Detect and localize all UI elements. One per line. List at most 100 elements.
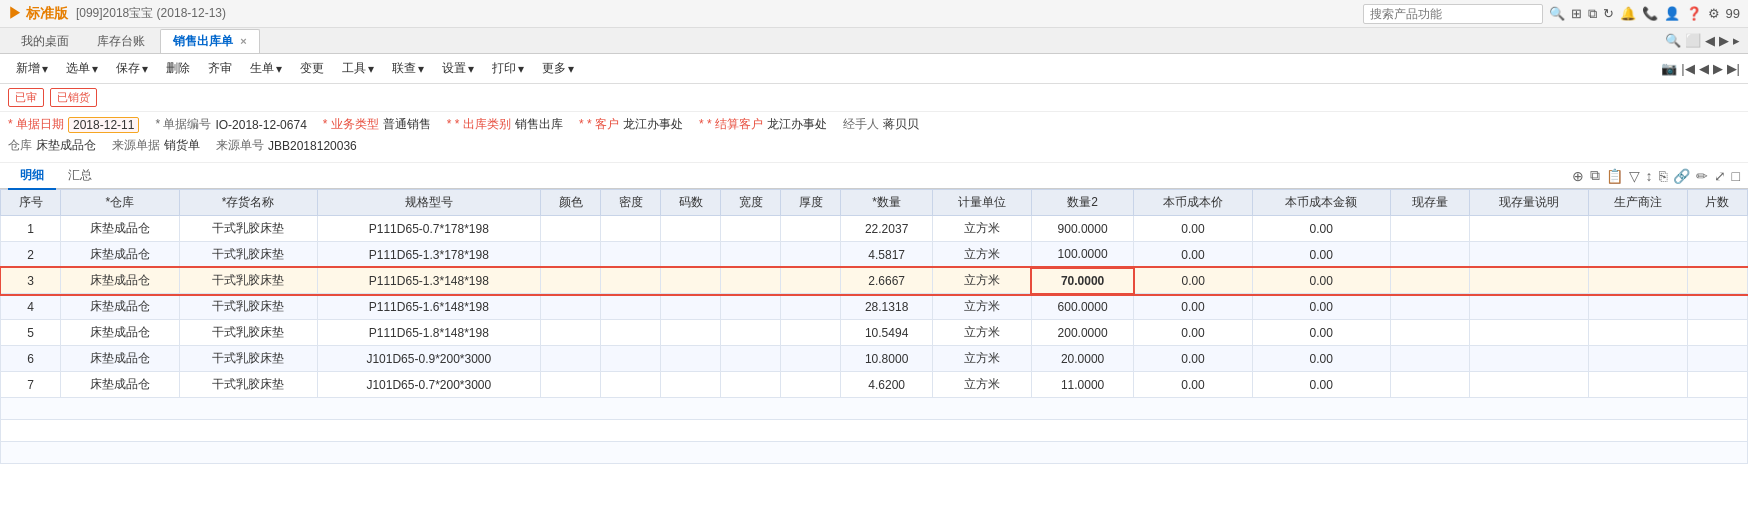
cell-thickness[interactable] — [781, 346, 841, 372]
change-button[interactable]: 变更 — [292, 57, 332, 80]
cell-maker[interactable] — [1588, 294, 1687, 320]
cell-stock[interactable] — [1390, 372, 1470, 398]
window-icon[interactable]: ⧉ — [1588, 6, 1597, 22]
bell-icon[interactable]: 🔔 — [1620, 6, 1636, 21]
cell-cost-price[interactable]: 0.00 — [1134, 320, 1252, 346]
cell-width[interactable] — [721, 320, 781, 346]
cell-stock-note[interactable] — [1470, 372, 1588, 398]
cell-no[interactable]: 4 — [1, 294, 61, 320]
cell-qty[interactable]: 28.1318 — [841, 294, 933, 320]
cell-qty2[interactable]: 600.0000 — [1031, 294, 1133, 320]
grid-icon[interactable]: ⊞ — [1571, 6, 1582, 21]
cell-width[interactable] — [721, 372, 781, 398]
cell-qty2[interactable]: 11.0000 — [1031, 372, 1133, 398]
cell-thickness[interactable] — [781, 216, 841, 242]
tab-menu-icon[interactable]: ▸ — [1733, 33, 1740, 48]
grid-link-icon[interactable]: 🔗 — [1673, 168, 1690, 184]
cell-qty[interactable]: 4.5817 — [841, 242, 933, 268]
grid-filter-icon[interactable]: ▽ — [1629, 168, 1640, 184]
tab-detail[interactable]: 明细 — [8, 163, 56, 190]
table-row[interactable]: 2床垫成品仓干式乳胶床垫P111D65-1.3*178*1984.5817立方米… — [1, 242, 1748, 268]
cell-qty2[interactable]: 70.0000 — [1031, 268, 1133, 294]
table-row[interactable]: 1床垫成品仓干式乳胶床垫P111D65-0.7*178*19822.2037立方… — [1, 216, 1748, 242]
help-icon[interactable]: ❓ — [1686, 6, 1702, 21]
grid-edit-icon[interactable]: ✏ — [1696, 168, 1708, 184]
cell-width[interactable] — [721, 242, 781, 268]
cell-stock[interactable] — [1390, 320, 1470, 346]
cell-pieces[interactable] — [1687, 294, 1747, 320]
grid-copy-icon[interactable]: ⧉ — [1590, 167, 1600, 184]
cell-warehouse[interactable]: 床垫成品仓 — [61, 242, 179, 268]
cell-stock[interactable] — [1390, 294, 1470, 320]
grid-sort-icon[interactable]: ↕ — [1646, 168, 1653, 184]
settings-top-icon[interactable]: ⚙ — [1708, 6, 1720, 21]
cell-no[interactable]: 5 — [1, 320, 61, 346]
tab-my-desk[interactable]: 我的桌面 — [8, 29, 82, 53]
cell-name[interactable]: 干式乳胶床垫 — [179, 320, 317, 346]
grid-resize-icon[interactable]: ⤢ — [1714, 168, 1726, 184]
toolbar-last-icon[interactable]: ▶| — [1727, 61, 1740, 76]
cell-spec[interactable]: P111D65-0.7*178*198 — [317, 216, 541, 242]
cell-cost-amount[interactable]: 0.00 — [1252, 346, 1390, 372]
cell-unit[interactable]: 立方米 — [932, 242, 1031, 268]
cell-warehouse[interactable]: 床垫成品仓 — [61, 268, 179, 294]
toolbar-prev-icon[interactable]: ◀ — [1699, 61, 1709, 76]
cell-name[interactable]: 干式乳胶床垫 — [179, 242, 317, 268]
cell-pieces[interactable] — [1687, 216, 1747, 242]
cell-stock-note[interactable] — [1470, 268, 1588, 294]
cell-name[interactable]: 干式乳胶床垫 — [179, 294, 317, 320]
table-row[interactable]: 5床垫成品仓干式乳胶床垫P111D65-1.8*148*19810.5494立方… — [1, 320, 1748, 346]
cell-spec[interactable]: P111D65-1.6*148*198 — [317, 294, 541, 320]
cell-code[interactable] — [661, 268, 721, 294]
cell-no[interactable]: 7 — [1, 372, 61, 398]
cell-cost-price[interactable]: 0.00 — [1134, 372, 1252, 398]
cell-cost-price[interactable]: 0.00 — [1134, 268, 1252, 294]
cell-warehouse[interactable]: 床垫成品仓 — [61, 320, 179, 346]
cell-thickness[interactable] — [781, 268, 841, 294]
tab-prev-icon[interactable]: ◀ — [1705, 33, 1715, 48]
cell-thickness[interactable] — [781, 294, 841, 320]
cell-warehouse[interactable]: 床垫成品仓 — [61, 372, 179, 398]
cell-color[interactable] — [541, 216, 601, 242]
save-button[interactable]: 保存▾ — [108, 57, 156, 80]
cell-thickness[interactable] — [781, 320, 841, 346]
cell-maker[interactable] — [1588, 268, 1687, 294]
cell-spec[interactable]: J101D65-0.9*200*3000 — [317, 346, 541, 372]
select-button[interactable]: 选单▾ — [58, 57, 106, 80]
cell-qty[interactable]: 2.6667 — [841, 268, 933, 294]
generate-button[interactable]: 生单▾ — [242, 57, 290, 80]
cell-code[interactable] — [661, 242, 721, 268]
close-tab-icon[interactable]: × — [240, 35, 246, 47]
cell-pieces[interactable] — [1687, 242, 1747, 268]
cell-name[interactable]: 干式乳胶床垫 — [179, 268, 317, 294]
cell-cost-price[interactable]: 0.00 — [1134, 242, 1252, 268]
cell-density[interactable] — [601, 346, 661, 372]
cell-warehouse[interactable]: 床垫成品仓 — [61, 216, 179, 242]
cell-stock[interactable] — [1390, 268, 1470, 294]
cell-cost-price[interactable]: 0.00 — [1134, 346, 1252, 372]
search-input[interactable] — [1363, 4, 1543, 24]
cell-warehouse[interactable]: 床垫成品仓 — [61, 346, 179, 372]
avatar-icon[interactable]: 👤 — [1664, 6, 1680, 21]
cell-width[interactable] — [721, 216, 781, 242]
table-row[interactable]: 7床垫成品仓干式乳胶床垫J101D65-0.7*200*30004.6200立方… — [1, 372, 1748, 398]
cell-stock-note[interactable] — [1470, 242, 1588, 268]
cell-unit[interactable]: 立方米 — [932, 372, 1031, 398]
toolbar-first-icon[interactable]: |◀ — [1681, 61, 1694, 76]
tab-sales-outbound[interactable]: 销售出库单 × — [160, 29, 260, 53]
table-row[interactable]: 3床垫成品仓干式乳胶床垫P111D65-1.3*148*1982.6667立方米… — [1, 268, 1748, 294]
toolbar-next-icon[interactable]: ▶ — [1713, 61, 1723, 76]
cell-qty[interactable]: 10.5494 — [841, 320, 933, 346]
cell-no[interactable]: 3 — [1, 268, 61, 294]
cell-unit[interactable]: 立方米 — [932, 346, 1031, 372]
value-date[interactable]: 2018-12-11 — [68, 117, 139, 133]
cell-cost-amount[interactable]: 0.00 — [1252, 268, 1390, 294]
cell-stock-note[interactable] — [1470, 320, 1588, 346]
search-icon[interactable]: 🔍 — [1549, 6, 1565, 21]
cell-color[interactable] — [541, 268, 601, 294]
cell-stock-note[interactable] — [1470, 294, 1588, 320]
cell-spec[interactable]: P111D65-1.3*178*198 — [317, 242, 541, 268]
cell-pieces[interactable] — [1687, 320, 1747, 346]
cell-color[interactable] — [541, 372, 601, 398]
grid-settings-icon[interactable]: □ — [1732, 168, 1740, 184]
